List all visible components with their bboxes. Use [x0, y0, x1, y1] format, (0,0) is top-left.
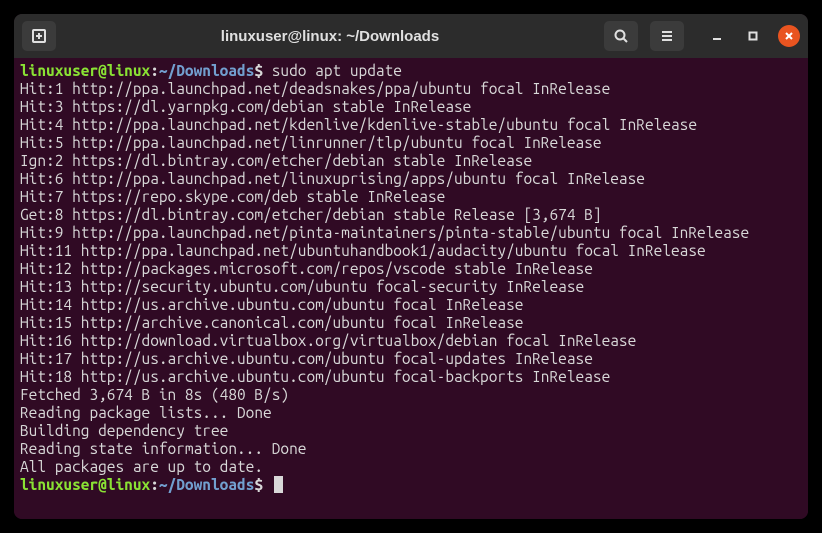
output-line: Hit:4 http://ppa.launchpad.net/kdenlive/… [20, 116, 802, 134]
minimize-icon [712, 31, 722, 41]
output-line: Building dependency tree [20, 422, 802, 440]
output-line: Hit:9 http://ppa.launchpad.net/pinta-mai… [20, 224, 802, 242]
prompt-path: ~/Downloads [159, 62, 254, 79]
output-line: Hit:11 http://ppa.launchpad.net/ubuntuha… [20, 242, 802, 260]
output-line: Fetched 3,674 B in 8s (480 B/s) [20, 386, 802, 404]
search-icon [613, 28, 629, 44]
output-line: Hit:6 http://ppa.launchpad.net/linuxupri… [20, 170, 802, 188]
output-line: Ign:2 https://dl.bintray.com/etcher/debi… [20, 152, 802, 170]
titlebar-right [604, 21, 800, 51]
output-line: Hit:18 http://us.archive.ubuntu.com/ubun… [20, 368, 802, 386]
terminal-window: linuxuser@linux: ~/Downloads [14, 14, 808, 519]
titlebar: linuxuser@linux: ~/Downloads [14, 14, 808, 58]
hamburger-icon [659, 28, 675, 44]
maximize-button[interactable] [742, 25, 764, 47]
new-tab-button[interactable] [22, 21, 56, 51]
output-line: All packages are up to date. [20, 458, 802, 476]
output-line: Hit:1 http://ppa.launchpad.net/deadsnake… [20, 80, 802, 98]
close-icon [784, 31, 794, 41]
terminal-body[interactable]: linuxuser@linux:~/Downloads$ sudo apt up… [14, 58, 808, 519]
output-line: Hit:15 http://archive.canonical.com/ubun… [20, 314, 802, 332]
search-button[interactable] [604, 21, 638, 51]
window-controls [706, 25, 800, 47]
prompt-path: ~/Downloads [159, 476, 254, 493]
output-line: Get:8 https://dl.bintray.com/etcher/debi… [20, 206, 802, 224]
prompt-colon: : [150, 62, 159, 79]
prompt-symbol: $ [254, 62, 271, 79]
cursor [274, 476, 283, 493]
prompt-user: linuxuser@linux [20, 62, 150, 79]
output-line: Hit:12 http://packages.microsoft.com/rep… [20, 260, 802, 278]
output-line: Hit:16 http://download.virtualbox.org/vi… [20, 332, 802, 350]
output-line: Hit:13 http://security.ubuntu.com/ubuntu… [20, 278, 802, 296]
output-line: Reading package lists... Done [20, 404, 802, 422]
output-line: Hit:5 http://ppa.launchpad.net/linrunner… [20, 134, 802, 152]
command-line: linuxuser@linux:~/Downloads$ sudo apt up… [20, 62, 802, 80]
command-text: sudo apt update [272, 62, 402, 79]
new-tab-icon [31, 28, 47, 44]
output-line: Hit:7 https://repo.skype.com/deb stable … [20, 188, 802, 206]
prompt-user: linuxuser@linux [20, 476, 150, 493]
minimize-button[interactable] [706, 25, 728, 47]
menu-button[interactable] [650, 21, 684, 51]
output-line: Reading state information... Done [20, 440, 802, 458]
prompt-colon: : [150, 476, 159, 493]
close-button[interactable] [778, 25, 800, 47]
output-line: Hit:14 http://us.archive.ubuntu.com/ubun… [20, 296, 802, 314]
prompt-line: linuxuser@linux:~/Downloads$ [20, 476, 802, 494]
window-title: linuxuser@linux: ~/Downloads [62, 28, 598, 45]
maximize-icon [748, 31, 758, 41]
output-line: Hit:17 http://us.archive.ubuntu.com/ubun… [20, 350, 802, 368]
prompt-symbol: $ [254, 476, 271, 493]
titlebar-left [22, 21, 56, 51]
output-line: Hit:3 https://dl.yarnpkg.com/debian stab… [20, 98, 802, 116]
